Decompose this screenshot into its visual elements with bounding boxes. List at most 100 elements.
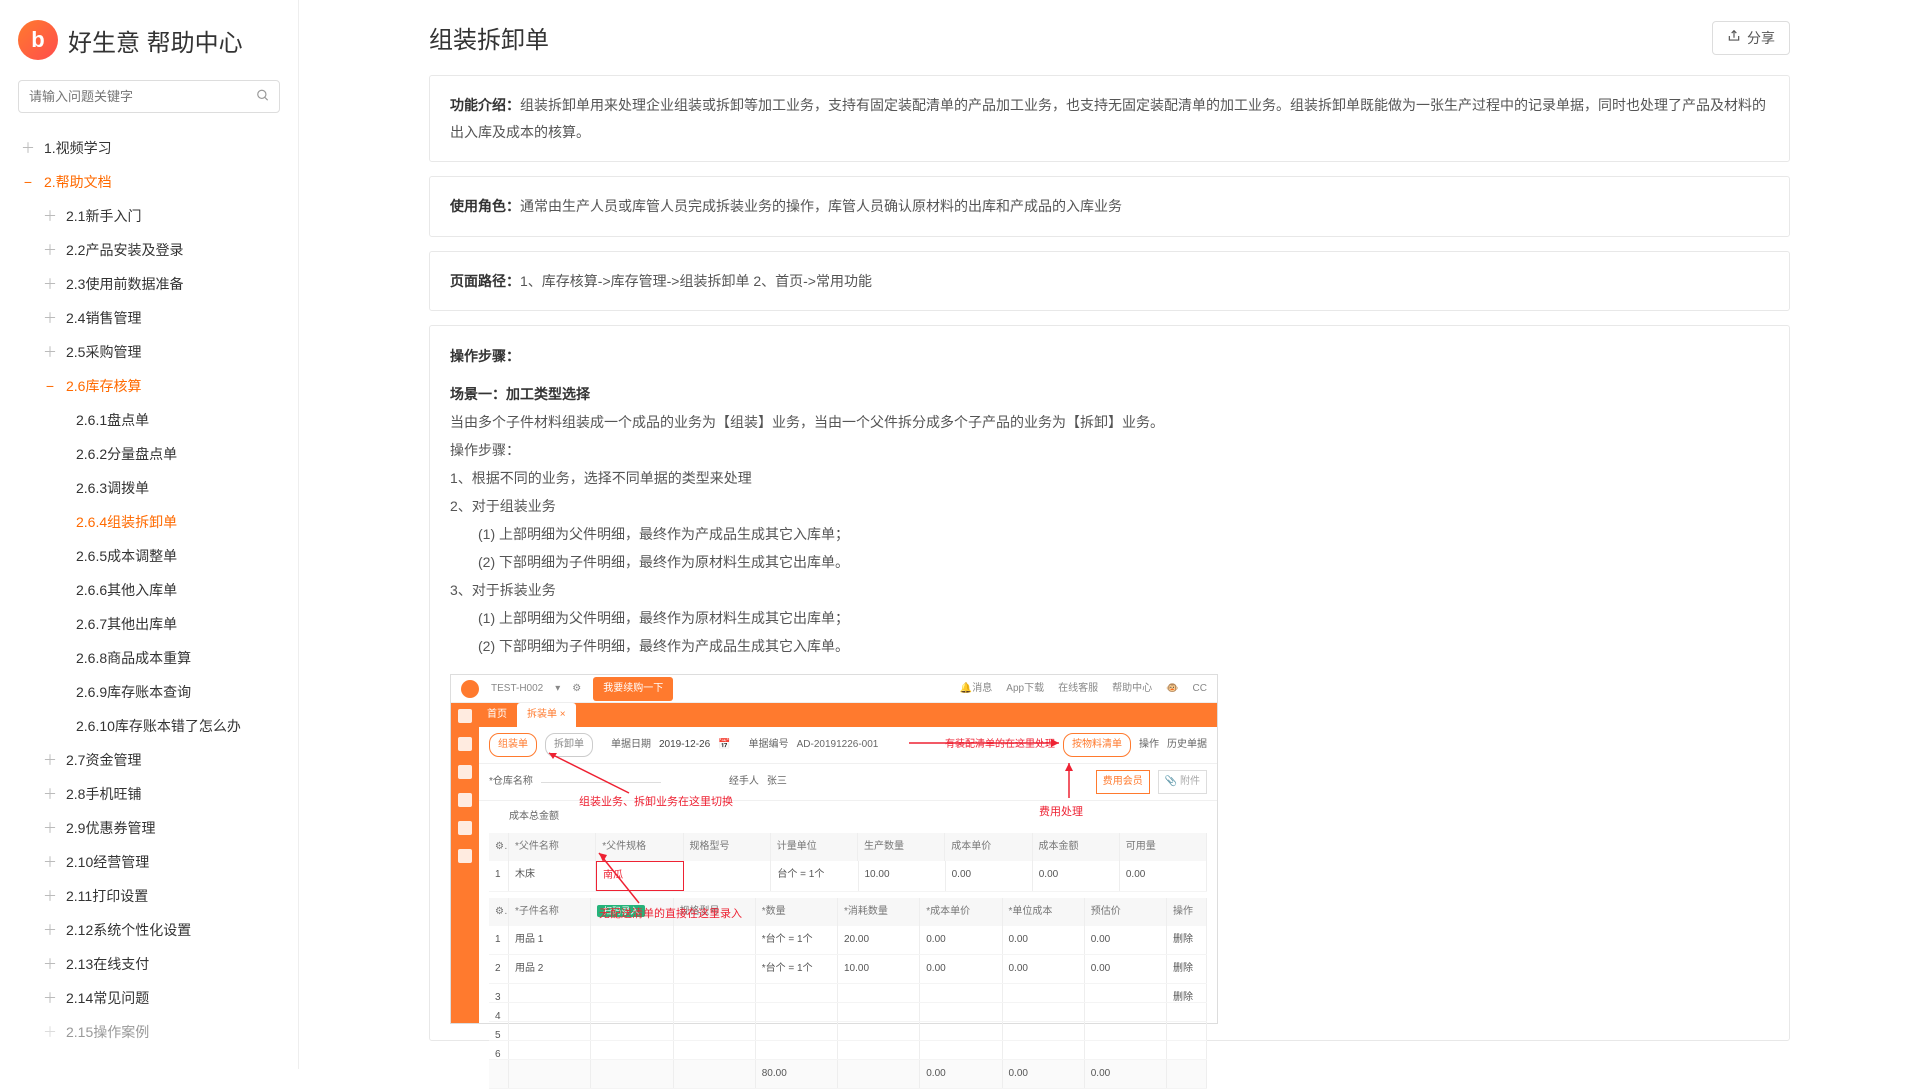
menu-icon [458,821,472,835]
nav-2-6-3[interactable]: 2.6.3调拨单 [18,471,280,505]
step-item: 3、对于拆装业务 [450,576,1769,604]
nav-2-6-9[interactable]: 2.6.9库存账本查询 [18,675,280,709]
nav-2-2[interactable]: ＋2.2产品安装及登录 [18,233,280,267]
diagram-top-link: 帮助中心 [1112,679,1152,699]
diagram-doc-label: 单据编号 [749,735,789,755]
nav-2-6-8[interactable]: 2.6.8商品成本重算 [18,641,280,675]
nav-2-1[interactable]: ＋2.1新手入门 [18,199,280,233]
td-del: 删除 [1167,984,1207,1002]
nav-2-9[interactable]: ＋2.9优惠券管理 [18,811,280,845]
td: 0.00 [1033,861,1120,891]
td: 台个 = 1个 [771,861,858,891]
nav-2-14[interactable]: ＋2.14常见问题 [18,981,280,1015]
nav-label: 2.15操作案例 [66,1022,149,1042]
step-subitem: (2) 下部明细为子件明细，最终作为产成品生成其它入库单。 [450,632,1769,660]
nav-2-6-4[interactable]: 2.6.4组装拆卸单 [18,505,280,539]
search-input[interactable] [18,80,280,113]
td-total: 0.00 [920,1060,1002,1088]
plus-icon: ＋ [40,920,60,940]
embedded-screenshot: TEST-H002 ▾ ⚙ 我要续购一下 🔔消息 App下载 在线客服 帮助中心… [450,674,1218,1024]
plus-icon: ＋ [40,308,60,328]
search-icon[interactable] [256,88,270,105]
nav-2-15[interactable]: ＋ 2.15操作案例 [18,1015,280,1049]
diagram-header-row: 组装单 拆卸单 单据日期 2019-12-26 📅 单据编号 AD-201912… [479,727,1217,764]
nav-2-6-1[interactable]: 2.6.1盘点单 [18,403,280,437]
plus-icon: ＋ [40,886,60,906]
diagram-sidebar [451,703,479,1023]
role-card: 使用角色：通常由生产人员或库管人员完成拆装业务的操作，库管人员确认原材料的出库和… [429,176,1790,237]
nav-video-learning[interactable]: ＋1.视频学习 [18,131,280,165]
th: *子件名称 [509,898,591,926]
nav-2-5[interactable]: ＋2.5采购管理 [18,335,280,369]
nav-2-6-7[interactable]: 2.6.7其他出库单 [18,607,280,641]
nav-label: 2.6.4组装拆卸单 [76,512,177,532]
diagram-parent-table: ⚙ *父件名称 *父件规格 规格型号 计量单位 生产数量 成本单价 成本金额 可… [489,833,1207,892]
share-button[interactable]: 分享 [1712,21,1790,55]
nav-2-6-5[interactable]: 2.6.5成本调整单 [18,539,280,573]
step-subitem: (1) 上部明细为父件明细，最终作为原材料生成其它出库单； [450,604,1769,632]
th: *成本单价 [920,898,1002,926]
diagram-trial-button: 我要续购一下 [593,677,673,701]
td: *台个 = 1个 [756,926,838,954]
diagram-topbar: TEST-H002 ▾ ⚙ 我要续购一下 🔔消息 App下载 在线客服 帮助中心… [451,675,1217,703]
step-subitem: (2) 下部明细为子件明细，最终作为原材料生成其它出库单。 [450,548,1769,576]
nav-label: 2.6.1盘点单 [76,410,149,430]
calendar-icon: 📅 [718,735,730,755]
nav-2-13[interactable]: ＋2.13在线支付 [18,947,280,981]
diagram-tabs: 首页 拆装单 × [479,703,1217,727]
diagram-handler-label: 经手人 [729,772,759,792]
nav-2-4[interactable]: ＋ 2.4销售管理 [18,301,280,335]
diagram-cost-row: 成本总金额 [479,801,1217,833]
th: *单位成本 [1003,898,1085,926]
nav-label: 2.7资金管理 [66,750,141,770]
nav-label: 2.1新手入门 [66,206,141,226]
page-title: 组装拆卸单 [429,20,549,55]
diagram-fee-button: 费用会员 [1096,770,1150,794]
search-box [18,80,280,113]
th: 预估价 [1085,898,1167,926]
nav-2-11[interactable]: ＋2.11打印设置 [18,879,280,913]
nav-2-3[interactable]: ＋2.3使用前数据准备 [18,267,280,301]
nav-label: 2.12系统个性化设置 [66,920,191,940]
td: *台个 = 1个 [756,955,838,983]
nav-label: 2.4销售管理 [66,308,141,328]
nav-label: 2.6.3调拨单 [76,478,149,498]
th: 规格型号 [684,833,771,861]
menu-icon [458,765,472,779]
nav-2-6-2[interactable]: 2.6.2分量盘点单 [18,437,280,471]
nav-label: 2.6.8商品成本重算 [76,648,191,668]
intro-card: 功能介绍：组装拆卸单用来处理企业组装或拆卸等加工业务，支持有固定装配清单的产品加… [429,75,1790,162]
nav-2-6-6[interactable]: 2.6.6其他入库单 [18,573,280,607]
td: 10.00 [859,861,946,891]
diagram-bom-button: 按物料清单 [1063,733,1131,757]
td: 0.00 [1085,955,1167,983]
th: *消耗数量 [838,898,920,926]
nav-label: 2.6.2分量盘点单 [76,444,177,464]
avatar-icon: 🐵 [1166,679,1178,699]
td: 0.00 [1120,861,1207,891]
nav-2-12[interactable]: ＋ 2.12系统个性化设置 [18,913,280,947]
card-label: 功能介绍： [450,97,520,113]
th: 成本金额 [1033,833,1120,861]
td-total: 0.00 [1003,1060,1085,1088]
td: 木床 [509,861,596,891]
nav-2-10[interactable]: ＋2.10经营管理 [18,845,280,879]
th: 可用量 [1120,833,1207,861]
td-del: 删除 [1167,926,1207,954]
nav-label: 2.6.10库存账本错了怎么办 [76,716,241,736]
nav-help-docs[interactable]: −2.帮助文档 [18,165,280,199]
nav-2-7[interactable]: ＋2.7资金管理 [18,743,280,777]
plus-icon: ＋ [40,1022,60,1042]
diagram-cost-label: 成本总金额 [509,807,559,827]
nav-2-6[interactable]: −2.6库存核算 [18,369,280,403]
steps-block: 操作步骤： 场景一：加工类型选择 当由多个子件材料组装成一个成品的业务为【组装】… [429,325,1790,1041]
nav-label: 2.9优惠券管理 [66,818,155,838]
diagram-tab-active: 拆装单 × [517,703,576,727]
plus-icon: ＋ [40,784,60,804]
th: *父件规格 [596,833,683,861]
nav-label: 1.视频学习 [44,138,112,158]
nav-2-8[interactable]: ＋2.8手机旺铺 [18,777,280,811]
bell-icon: 🔔消息 [960,679,992,699]
nav-2-6-10[interactable]: 2.6.10库存账本错了怎么办 [18,709,280,743]
diagram-meta-row: *仓库名称 经手人 张三 费用会员 📎 附件 [479,764,1217,801]
